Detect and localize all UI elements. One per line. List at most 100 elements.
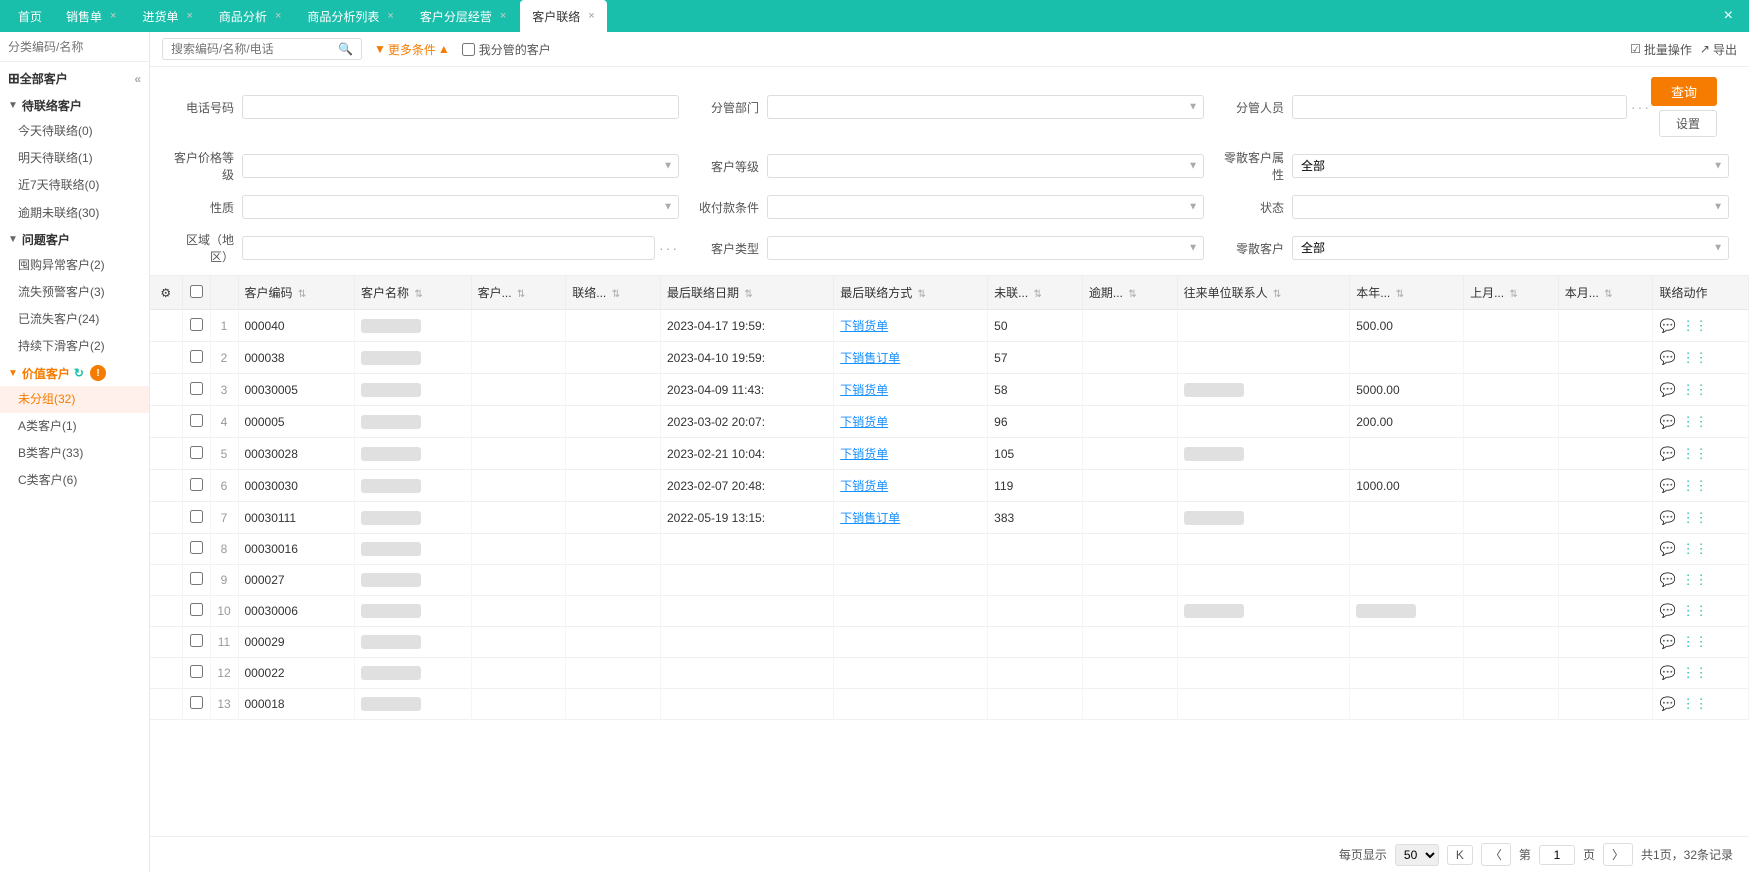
nav-tab-customer-seg[interactable]: 客户分层经营 × — [408, 0, 518, 32]
message-action-icon[interactable]: 💬 — [1659, 350, 1675, 366]
col-unit-contact[interactable]: 往来单位联系人 ⇅ — [1177, 276, 1350, 310]
more-action-icon[interactable]: ⋮⋮ — [1682, 541, 1708, 557]
row-checkbox[interactable] — [190, 350, 203, 363]
next-page-button[interactable]: 〉 — [1603, 843, 1633, 866]
row-checkbox[interactable] — [190, 572, 203, 585]
phone-input[interactable] — [242, 95, 679, 119]
my-customers-checkbox[interactable] — [462, 43, 475, 56]
more-action-icon[interactable]: ⋮⋮ — [1682, 318, 1708, 334]
last-method-link[interactable]: 下销货单 — [840, 447, 888, 461]
per-page-select[interactable]: 50 — [1395, 844, 1439, 866]
sidebar-item-declining[interactable]: 持续下滑客户(2) — [0, 333, 149, 360]
retail-attr-select[interactable]: 全部 — [1292, 154, 1729, 178]
sidebar-item-overdue[interactable]: 逾期未联络(30) — [0, 200, 149, 227]
message-action-icon[interactable]: 💬 — [1659, 634, 1675, 650]
close-icon[interactable]: × — [387, 10, 393, 22]
dept-select[interactable] — [767, 95, 1204, 119]
message-action-icon[interactable]: 💬 — [1659, 446, 1675, 462]
sidebar-collapse-button[interactable]: « — [134, 72, 141, 86]
search-icon[interactable]: 🔍 — [338, 42, 353, 56]
customer-type-select[interactable] — [767, 236, 1204, 260]
message-action-icon[interactable]: 💬 — [1659, 541, 1675, 557]
row-checkbox[interactable] — [190, 414, 203, 427]
sidebar-item-hoarding[interactable]: 囤购异常客户(2) — [0, 252, 149, 279]
col-last-date[interactable]: 最后联络日期 ⇅ — [660, 276, 833, 310]
sidebar-item-churn-warning[interactable]: 流失预警客户(3) — [0, 279, 149, 306]
first-page-button[interactable]: K — [1447, 845, 1473, 865]
close-icon[interactable]: × — [500, 10, 506, 22]
sidebar-item-class-a[interactable]: A类客户(1) — [0, 413, 149, 440]
row-checkbox[interactable] — [190, 634, 203, 647]
row-checkbox[interactable] — [190, 382, 203, 395]
window-close-button[interactable]: × — [1716, 7, 1741, 25]
retail-select[interactable]: 全部 — [1292, 236, 1729, 260]
sidebar-item-7days[interactable]: 近7天待联络(0) — [0, 172, 149, 199]
more-icon[interactable]: ··· — [1631, 99, 1651, 115]
sidebar-search-input[interactable] — [8, 40, 150, 54]
nav-tab-purchase[interactable]: 进货单 × — [130, 0, 204, 32]
message-action-icon[interactable]: 💬 — [1659, 414, 1675, 430]
col-settings[interactable]: ⚙ — [150, 276, 182, 310]
message-action-icon[interactable]: 💬 — [1659, 382, 1675, 398]
row-checkbox[interactable] — [190, 478, 203, 491]
row-checkbox[interactable] — [190, 603, 203, 616]
more-icon[interactable]: ··· — [659, 240, 679, 256]
more-action-icon[interactable]: ⋮⋮ — [1682, 446, 1708, 462]
close-icon[interactable]: × — [275, 10, 281, 22]
nature-select[interactable] — [242, 195, 679, 219]
sidebar-item-churned[interactable]: 已流失客户(24) — [0, 306, 149, 333]
message-action-icon[interactable]: 💬 — [1659, 478, 1675, 494]
col-overdue[interactable]: 逾期... ⇅ — [1082, 276, 1177, 310]
bulk-ops-button[interactable]: ☑ 批量操作 — [1630, 41, 1692, 58]
customer-level-select[interactable] — [767, 154, 1204, 178]
last-method-link[interactable]: 下销货单 — [840, 319, 888, 333]
more-action-icon[interactable]: ⋮⋮ — [1682, 478, 1708, 494]
nav-tab-sales[interactable]: 销售单 × — [54, 0, 128, 32]
reset-button[interactable]: 设置 — [1659, 110, 1717, 137]
message-action-icon[interactable]: 💬 — [1659, 318, 1675, 334]
more-action-icon[interactable]: ⋮⋮ — [1682, 414, 1708, 430]
row-checkbox[interactable] — [190, 510, 203, 523]
message-action-icon[interactable]: 💬 — [1659, 603, 1675, 619]
col-name[interactable]: 客户名称 ⇅ — [355, 276, 472, 310]
row-checkbox[interactable] — [190, 665, 203, 678]
more-action-icon[interactable]: ⋮⋮ — [1682, 634, 1708, 650]
col-contact[interactable]: 联络... ⇅ — [566, 276, 661, 310]
sidebar-item-class-c[interactable]: C类客户(6) — [0, 467, 149, 494]
nav-tab-analysis[interactable]: 商品分析 × — [207, 0, 293, 32]
sidebar-item-class-b[interactable]: B类客户(33) — [0, 440, 149, 467]
sidebar-item-tomorrow[interactable]: 明天待联络(1) — [0, 145, 149, 172]
refresh-icon[interactable]: ↻ — [74, 366, 84, 380]
col-type[interactable]: 客户... ⇅ — [471, 276, 566, 310]
sidebar-group-value[interactable]: ▼ 价值客户 ↻ ! — [0, 361, 149, 386]
more-action-icon[interactable]: ⋮⋮ — [1682, 350, 1708, 366]
col-code[interactable]: 客户编码 ⇅ — [238, 276, 355, 310]
last-method-link[interactable]: 下销货单 — [840, 415, 888, 429]
payment-select[interactable] — [767, 195, 1204, 219]
col-this-year[interactable]: 本年... ⇅ — [1350, 276, 1464, 310]
last-method-link[interactable]: 下销货单 — [840, 479, 888, 493]
manager-input[interactable] — [1292, 95, 1627, 119]
sidebar-group-problem[interactable]: ▼ 问题客户 — [0, 227, 149, 252]
sidebar-all-customers[interactable]: ⊞ 全部客户 « — [0, 62, 149, 93]
status-select[interactable] — [1292, 195, 1729, 219]
row-checkbox[interactable] — [190, 696, 203, 709]
col-this-month[interactable]: 本月... ⇅ — [1558, 276, 1653, 310]
more-action-icon[interactable]: ⋮⋮ — [1682, 665, 1708, 681]
close-icon[interactable]: × — [588, 10, 594, 22]
more-conditions-button[interactable]: ▼ 更多条件 ▲ — [374, 41, 450, 58]
sidebar-group-pending[interactable]: ▼ 待联络客户 — [0, 93, 149, 118]
more-action-icon[interactable]: ⋮⋮ — [1682, 510, 1708, 526]
nav-tab-customer-contact[interactable]: 客户联络 × — [520, 0, 606, 32]
message-action-icon[interactable]: 💬 — [1659, 572, 1675, 588]
row-checkbox[interactable] — [190, 446, 203, 459]
col-last-method[interactable]: 最后联络方式 ⇅ — [834, 276, 988, 310]
last-method-link[interactable]: 下销售订单 — [840, 511, 900, 525]
col-last-month[interactable]: 上月... ⇅ — [1464, 276, 1559, 310]
more-action-icon[interactable]: ⋮⋮ — [1682, 696, 1708, 712]
row-checkbox[interactable] — [190, 541, 203, 554]
export-button[interactable]: ↗ 导出 — [1700, 41, 1737, 58]
more-action-icon[interactable]: ⋮⋮ — [1682, 603, 1708, 619]
last-method-link[interactable]: 下销售订单 — [840, 351, 900, 365]
query-button[interactable]: 查询 — [1651, 77, 1717, 106]
